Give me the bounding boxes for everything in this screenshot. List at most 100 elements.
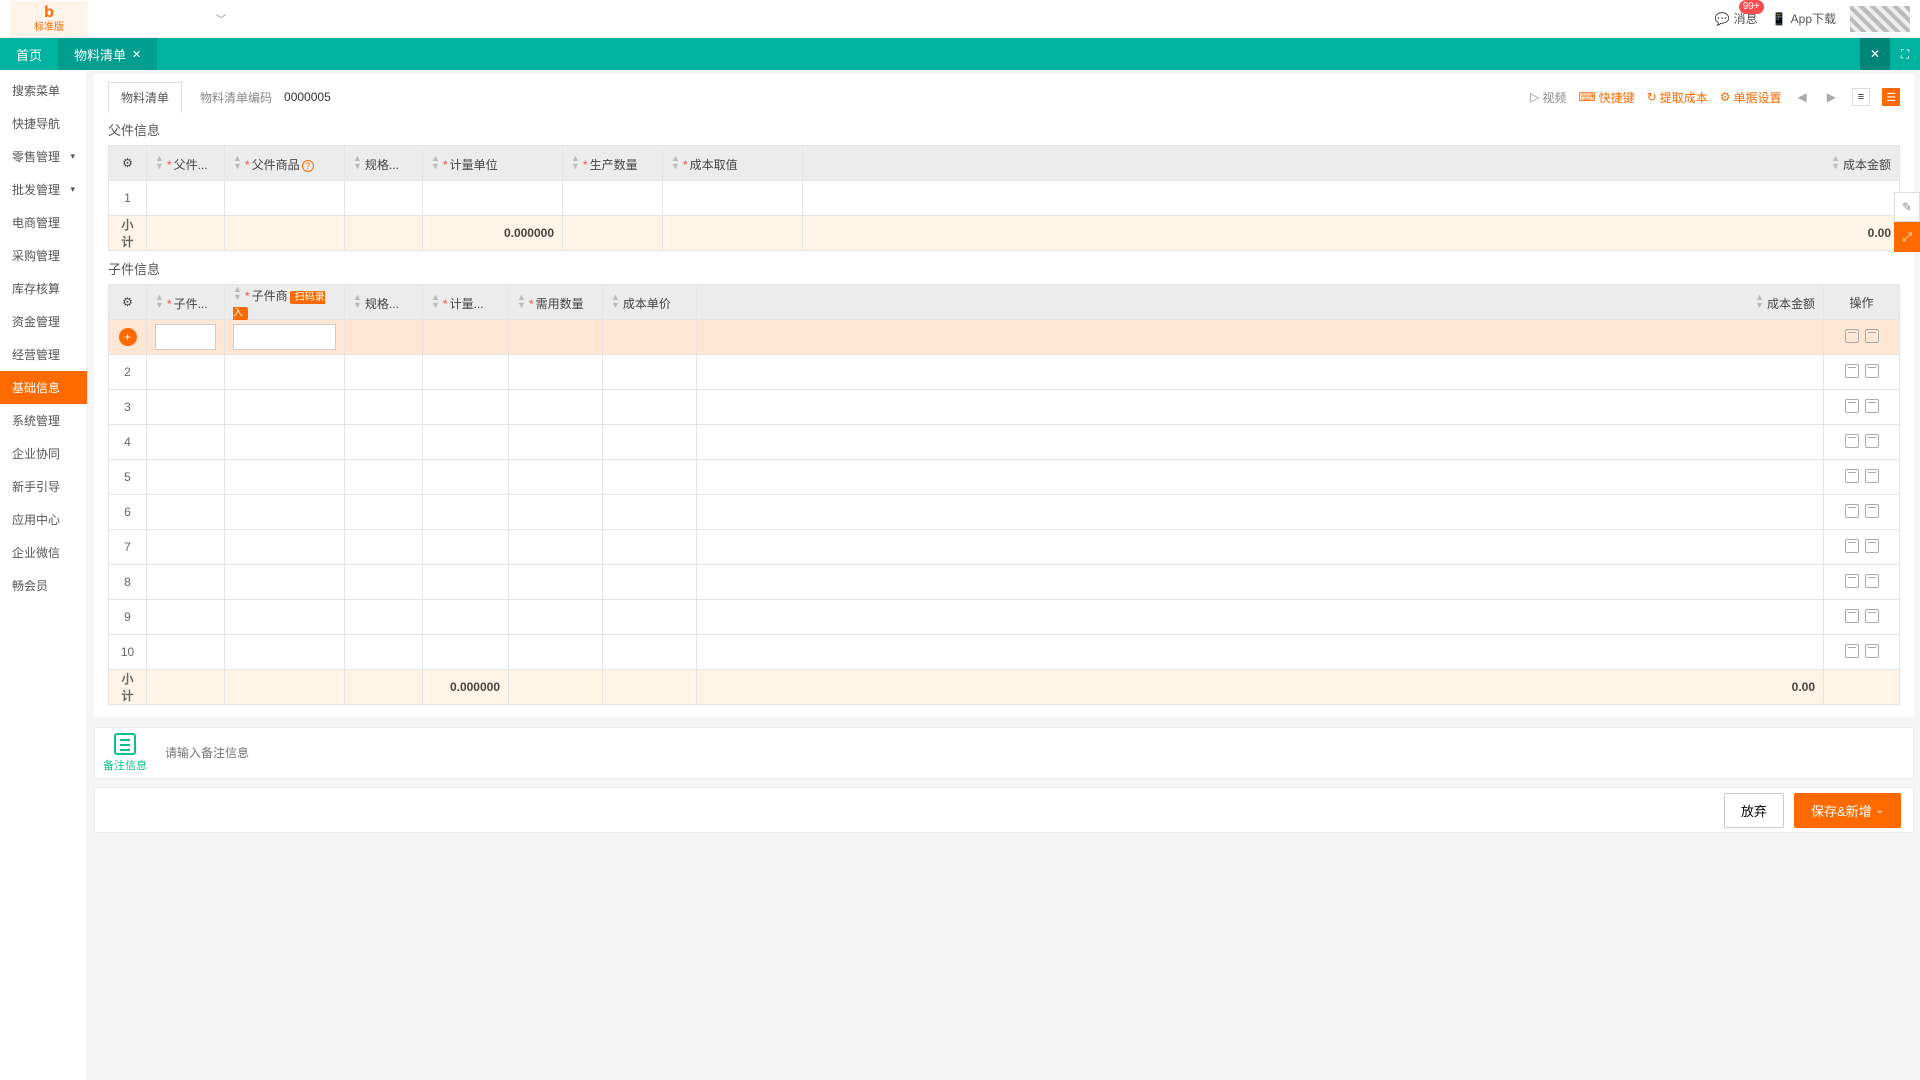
sidebar-item-新手引导[interactable]: 新手引导 [0, 470, 87, 503]
tab-home[interactable]: 首页 [0, 38, 58, 70]
parent-col-spec[interactable]: ▲▼规格... [345, 146, 423, 181]
remark-input[interactable] [155, 746, 1913, 760]
sidebar-item-搜索菜单[interactable]: 搜索菜单 [0, 74, 87, 107]
child-row[interactable]: 4 [109, 425, 1900, 460]
company-selector[interactable]: ﹀ [108, 10, 226, 27]
sidebar-item-label: 基础信息 [12, 379, 60, 396]
save-add-button[interactable]: 保存&新增⌄ [1794, 793, 1901, 828]
sidebar-item-企业协同[interactable]: 企业协同 [0, 437, 87, 470]
sidebar-item-畅会员[interactable]: 畅会员 [0, 569, 87, 602]
delete-row-icon[interactable] [1845, 504, 1859, 518]
delete-row-icon[interactable] [1845, 539, 1859, 553]
delete-row-icon[interactable] [1845, 609, 1859, 623]
parent-col-code[interactable]: ▲▼*父件... [147, 146, 225, 181]
child-row[interactable]: 3 [109, 390, 1900, 425]
phone-icon: 📱 [1772, 12, 1787, 26]
copy-row-icon[interactable] [1865, 399, 1879, 413]
delete-row-icon[interactable] [1845, 329, 1859, 343]
doc-setting-link[interactable]: ⚙单据设置 [1720, 89, 1782, 106]
prev-doc-button[interactable]: ◀ [1794, 90, 1811, 104]
delete-row-icon[interactable] [1845, 574, 1859, 588]
parent-gear-header[interactable]: ⚙ [109, 146, 147, 181]
delete-row-icon[interactable] [1845, 469, 1859, 483]
fullscreen-button[interactable]: ⛶ [1890, 38, 1920, 70]
child-col-unit[interactable]: ▲▼*计量... [423, 285, 509, 320]
discard-button[interactable]: 放弃 [1724, 793, 1784, 828]
parent-col-unit[interactable]: ▲▼*计量单位 [423, 146, 563, 181]
child-col-code[interactable]: ▲▼*子件... [147, 285, 225, 320]
sidebar-item-系统管理[interactable]: 系统管理 [0, 404, 87, 437]
extract-cost-link[interactable]: ↻提取成本 [1647, 89, 1708, 106]
copy-row-icon[interactable] [1865, 469, 1879, 483]
child-gear-header[interactable]: ⚙ [109, 285, 147, 320]
tab-close-all-button[interactable]: ✕ [1860, 38, 1890, 70]
avatar[interactable] [1850, 6, 1910, 32]
child-col-price[interactable]: ▲▼成本单价 [603, 285, 697, 320]
row-op-cell [1824, 425, 1900, 460]
child-product-input[interactable] [233, 324, 336, 350]
view-mode-form[interactable]: ☰ [1882, 88, 1900, 106]
copy-row-icon[interactable] [1865, 364, 1879, 378]
child-col-qty[interactable]: ▲▼*需用数量 [509, 285, 603, 320]
child-col-product[interactable]: ▲▼*子件商扫码录入 [225, 285, 345, 320]
close-icon[interactable]: ✕ [132, 48, 141, 61]
copy-row-icon[interactable] [1865, 609, 1879, 623]
messages-button[interactable]: 💬 消息 99+ [1715, 10, 1758, 27]
copy-row-icon[interactable] [1865, 504, 1879, 518]
parent-row[interactable]: 1 [109, 181, 1900, 216]
float-expand-button[interactable]: ⤢ [1894, 222, 1920, 252]
sidebar-item-库存核算[interactable]: 库存核算 [0, 272, 87, 305]
sidebar-item-label: 库存核算 [12, 280, 60, 297]
subtab-bom[interactable]: 物料清单 [108, 82, 182, 113]
sidebar-item-电商管理[interactable]: 电商管理 [0, 206, 87, 239]
child-row[interactable]: 2 [109, 355, 1900, 390]
parent-col-product[interactable]: ▲▼*父件商品? [225, 146, 345, 181]
sidebar-item-资金管理[interactable]: 资金管理 [0, 305, 87, 338]
delete-row-icon[interactable] [1845, 399, 1859, 413]
sidebar-item-基础信息[interactable]: 基础信息 [0, 371, 87, 404]
copy-row-icon[interactable] [1865, 574, 1879, 588]
delete-row-icon[interactable] [1845, 644, 1859, 658]
parent-col-cost-fetch[interactable]: ▲▼*成本取值 [663, 146, 803, 181]
child-row[interactable]: 10 [109, 635, 1900, 670]
child-row[interactable]: 9 [109, 600, 1900, 635]
video-link[interactable]: ▷视频 [1530, 89, 1566, 106]
sidebar-item-采购管理[interactable]: 采购管理 [0, 239, 87, 272]
sidebar-item-零售管理[interactable]: 零售管理▾ [0, 140, 87, 173]
sidebar-item-批发管理[interactable]: 批发管理▾ [0, 173, 87, 206]
child-row[interactable]: 5 [109, 460, 1900, 495]
child-row[interactable]: 7 [109, 530, 1900, 565]
help-icon[interactable]: ? [302, 160, 314, 172]
sidebar-item-应用中心[interactable]: 应用中心 [0, 503, 87, 536]
parent-col-qty[interactable]: ▲▼*生产数量 [563, 146, 663, 181]
delete-row-icon[interactable] [1845, 364, 1859, 378]
sidebar-item-企业微信[interactable]: 企业微信 [0, 536, 87, 569]
copy-row-icon[interactable] [1865, 329, 1879, 343]
parent-col-amount[interactable]: ▲▼成本金额 [803, 146, 1900, 181]
child-row[interactable]: 8 [109, 565, 1900, 600]
add-row-button[interactable]: + [119, 328, 137, 346]
row-op-cell [1824, 355, 1900, 390]
app-download-button[interactable]: 📱 App下载 [1772, 10, 1836, 27]
hotkey-link[interactable]: ⌨快捷键 [1578, 89, 1634, 106]
page-toolbar: ▷视频 ⌨快捷键 ↻提取成本 ⚙单据设置 ◀ ▶ ≡ ☰ [1530, 88, 1900, 106]
parent-subtotal-amount: 0.00 [803, 216, 1900, 251]
copy-row-icon[interactable] [1865, 644, 1879, 658]
child-subtotal-qty: 0.000000 [423, 670, 509, 705]
sidebar-item-经营管理[interactable]: 经营管理 [0, 338, 87, 371]
next-doc-button[interactable]: ▶ [1823, 90, 1840, 104]
child-row[interactable]: 6 [109, 495, 1900, 530]
copy-row-icon[interactable] [1865, 434, 1879, 448]
sidebar-item-label: 搜索菜单 [12, 82, 60, 99]
delete-row-icon[interactable] [1845, 434, 1859, 448]
copy-row-icon[interactable] [1865, 539, 1879, 553]
chevron-down-icon: ﹀ [216, 11, 226, 26]
sidebar-item-快捷导航[interactable]: 快捷导航 [0, 107, 87, 140]
sidebar-item-label: 电商管理 [12, 214, 60, 231]
child-col-spec[interactable]: ▲▼规格... [345, 285, 423, 320]
view-mode-list[interactable]: ≡ [1852, 88, 1870, 106]
float-edit-button[interactable]: ✎ [1894, 192, 1920, 222]
tab-bom[interactable]: 物料清单 ✕ [58, 38, 157, 70]
child-code-input[interactable] [155, 324, 216, 350]
child-col-amount[interactable]: ▲▼成本金额 [697, 285, 1824, 320]
